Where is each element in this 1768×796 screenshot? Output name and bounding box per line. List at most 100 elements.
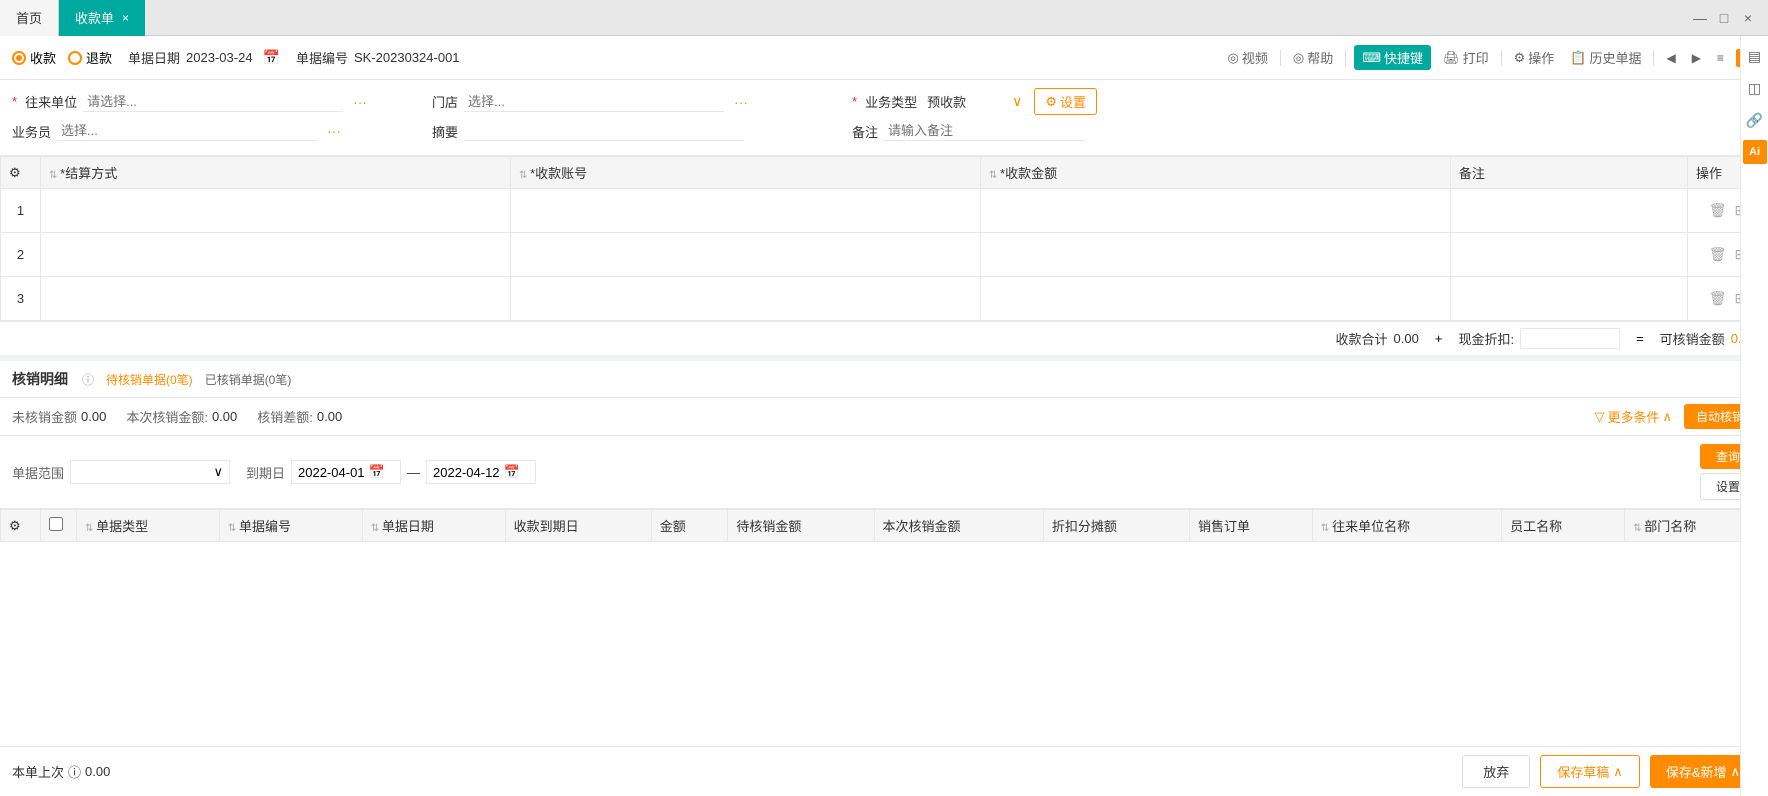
- due-date-filter: 到期日 2022-04-01 📅 — 2022-04-12 📅: [246, 460, 536, 484]
- top-toolbar: 收款 退款 单据日期 2023-03-24 📅 单据编号 SK-20230324…: [0, 36, 1768, 80]
- help-icon: ◎: [1293, 50, 1304, 66]
- help-btn[interactable]: ◎ 帮助: [1289, 46, 1337, 69]
- save-new-chevron: ∧: [1730, 764, 1740, 780]
- counterparty-input[interactable]: [83, 92, 343, 112]
- tab-current-label: 收款单: [75, 8, 114, 27]
- store-more-icon[interactable]: ···: [734, 94, 748, 110]
- video-btn[interactable]: ◎ 视频: [1224, 46, 1272, 69]
- shortcut-btn[interactable]: ⌨ 快捷键: [1354, 45, 1431, 70]
- nav-next-btn[interactable]: ▶: [1688, 49, 1705, 67]
- settings-button[interactable]: ⚙ 设置: [1034, 88, 1097, 115]
- summary-input[interactable]: [464, 121, 744, 141]
- toolbar-right: ◎ 视频 ◎ 帮助 ⌨ 快捷键 🖨 打印 ⚙ 操作 📋: [1224, 45, 1756, 70]
- radio-refund[interactable]: 退款: [68, 48, 112, 67]
- total-summary: 收款合计 0.00: [1336, 329, 1419, 348]
- more-conditions-btn[interactable]: ▽ 更多条件 ∧: [1594, 407, 1672, 426]
- sidebar-link-icon[interactable]: 🔗: [1743, 108, 1767, 132]
- filter-icon: ▽: [1594, 409, 1604, 425]
- cell-remark-1[interactable]: [1450, 189, 1687, 233]
- cell-account-2[interactable]: [510, 233, 980, 277]
- operate-btn[interactable]: ⚙ 操作: [1510, 46, 1559, 69]
- right-sidebar: ▤ ◫ 🔗 Ai: [1740, 36, 1768, 796]
- th-doc-number: ⇅ 单据编号: [219, 510, 362, 542]
- radio-receipt[interactable]: 收款: [12, 48, 56, 67]
- print-icon: 🖨: [1443, 50, 1460, 66]
- receipt-type-radio-group: 收款 退款: [12, 48, 112, 67]
- remark-input[interactable]: [884, 121, 1084, 141]
- unverified-value: 0.00: [81, 409, 106, 424]
- store-input[interactable]: [464, 92, 724, 112]
- date-to-picker[interactable]: 2022-04-12 📅: [426, 460, 536, 484]
- current-stat: 本次核销金额: 0.00: [126, 407, 237, 426]
- cell-amount-1[interactable]: [980, 189, 1450, 233]
- nav-prev-btn[interactable]: ◀: [1662, 49, 1679, 67]
- cell-amount-3[interactable]: [980, 277, 1450, 321]
- bottom-table-wrap: ⚙ ⇅ 单据类型 ⇅ 单据编号: [0, 509, 1768, 746]
- cell-settlement-2[interactable]: [41, 233, 511, 277]
- calendar-icon[interactable]: 📅: [263, 49, 280, 66]
- th-settlement: ⇅ *结算方式: [41, 157, 511, 189]
- minimize-button[interactable]: —: [1692, 10, 1708, 26]
- history-btn[interactable]: 📋 历史单据: [1566, 46, 1645, 69]
- unverified-stat: 未核销金额 0.00: [12, 407, 106, 426]
- delete-icon-3[interactable]: 🗑: [1709, 290, 1727, 307]
- discard-button[interactable]: 放弃: [1462, 755, 1530, 788]
- sidebar-ai-icon[interactable]: Ai: [1743, 140, 1767, 164]
- tab-home[interactable]: 首页: [0, 0, 59, 36]
- cell-account-3[interactable]: [510, 277, 980, 321]
- sidebar-table-icon[interactable]: ▤: [1743, 44, 1767, 68]
- tab-close-icon[interactable]: ×: [122, 11, 129, 25]
- sidebar-doc-icon[interactable]: ◫: [1743, 76, 1767, 100]
- print-btn[interactable]: 🖨 打印: [1439, 46, 1493, 69]
- main-container: 收款 退款 单据日期 2023-03-24 📅 单据编号 SK-20230324…: [0, 36, 1768, 796]
- maximize-button[interactable]: □: [1716, 10, 1732, 26]
- th-staff: 员工名称: [1502, 510, 1625, 542]
- cell-amount-2[interactable]: [980, 233, 1450, 277]
- th-amount: ⇅ *收款金额: [980, 157, 1450, 189]
- th-settings[interactable]: ⚙: [1, 157, 41, 189]
- date-label: 单据日期: [128, 48, 180, 67]
- delete-icon-1[interactable]: 🗑: [1709, 202, 1727, 219]
- discount-input[interactable]: [1520, 328, 1620, 349]
- table-row: 1 🗑 ⊞: [1, 189, 1768, 233]
- list-view-btn[interactable]: ≡: [1713, 49, 1728, 67]
- cell-remark-3[interactable]: [1450, 277, 1687, 321]
- doc-number-field: 单据编号 SK-20230324-001: [296, 48, 460, 67]
- date-value: 2023-03-24: [186, 50, 253, 65]
- cell-settlement-3[interactable]: [41, 277, 511, 321]
- done-tag[interactable]: 已核销单据(0笔): [205, 371, 292, 388]
- divider-1: [1280, 50, 1281, 66]
- radio-receipt-label: 收款: [30, 48, 56, 67]
- counterparty-more-icon[interactable]: ···: [353, 94, 367, 110]
- writeoff-header: 核销明细 ⓘ 待核销单据(0笔) 已核销单据(0笔): [0, 361, 1768, 398]
- plus-sign: +: [1435, 331, 1443, 346]
- date-from-picker[interactable]: 2022-04-01 📅: [291, 460, 401, 484]
- pending-tag[interactable]: 待核销单据(0笔): [106, 371, 193, 388]
- table-row: 3 🗑 ⊞: [1, 277, 1768, 321]
- history-label: 历史单据: [1589, 48, 1641, 67]
- tab-current[interactable]: 收款单 ×: [59, 0, 145, 36]
- print-label: 打印: [1463, 48, 1489, 67]
- writeoff-info-icon[interactable]: ⓘ: [82, 371, 94, 388]
- info-icon[interactable]: ⓘ: [68, 762, 81, 781]
- business-type-star: *: [852, 94, 857, 109]
- close-button[interactable]: ×: [1740, 10, 1756, 26]
- save-draft-button[interactable]: 保存草稿 ∧: [1540, 755, 1640, 788]
- table-row: 2 🗑 ⊞: [1, 233, 1768, 277]
- cell-remark-2[interactable]: [1450, 233, 1687, 277]
- diff-stat: 核销差额: 0.00: [257, 407, 342, 426]
- range-chevron-icon: ∨: [214, 464, 224, 480]
- staff-input[interactable]: [57, 121, 317, 141]
- receipt-table: ⚙ ⇅ *结算方式 ⇅ *收款账号 ⇅ *收款金额: [0, 156, 1768, 321]
- th-discount: 折扣分摊额: [1043, 510, 1189, 542]
- staff-more-icon[interactable]: ···: [327, 123, 341, 139]
- table2-settings-icon[interactable]: ⚙: [9, 518, 21, 533]
- delete-icon-2[interactable]: 🗑: [1709, 246, 1727, 263]
- cell-account-1[interactable]: [510, 189, 980, 233]
- range-select[interactable]: ∨: [70, 460, 230, 484]
- unverified-label: 未核销金额: [12, 407, 77, 426]
- cell-settlement-1[interactable]: [41, 189, 511, 233]
- select-all-checkbox[interactable]: [49, 517, 63, 531]
- table-settings-icon[interactable]: ⚙: [9, 165, 21, 180]
- business-type-chevron[interactable]: ∨: [1012, 93, 1022, 110]
